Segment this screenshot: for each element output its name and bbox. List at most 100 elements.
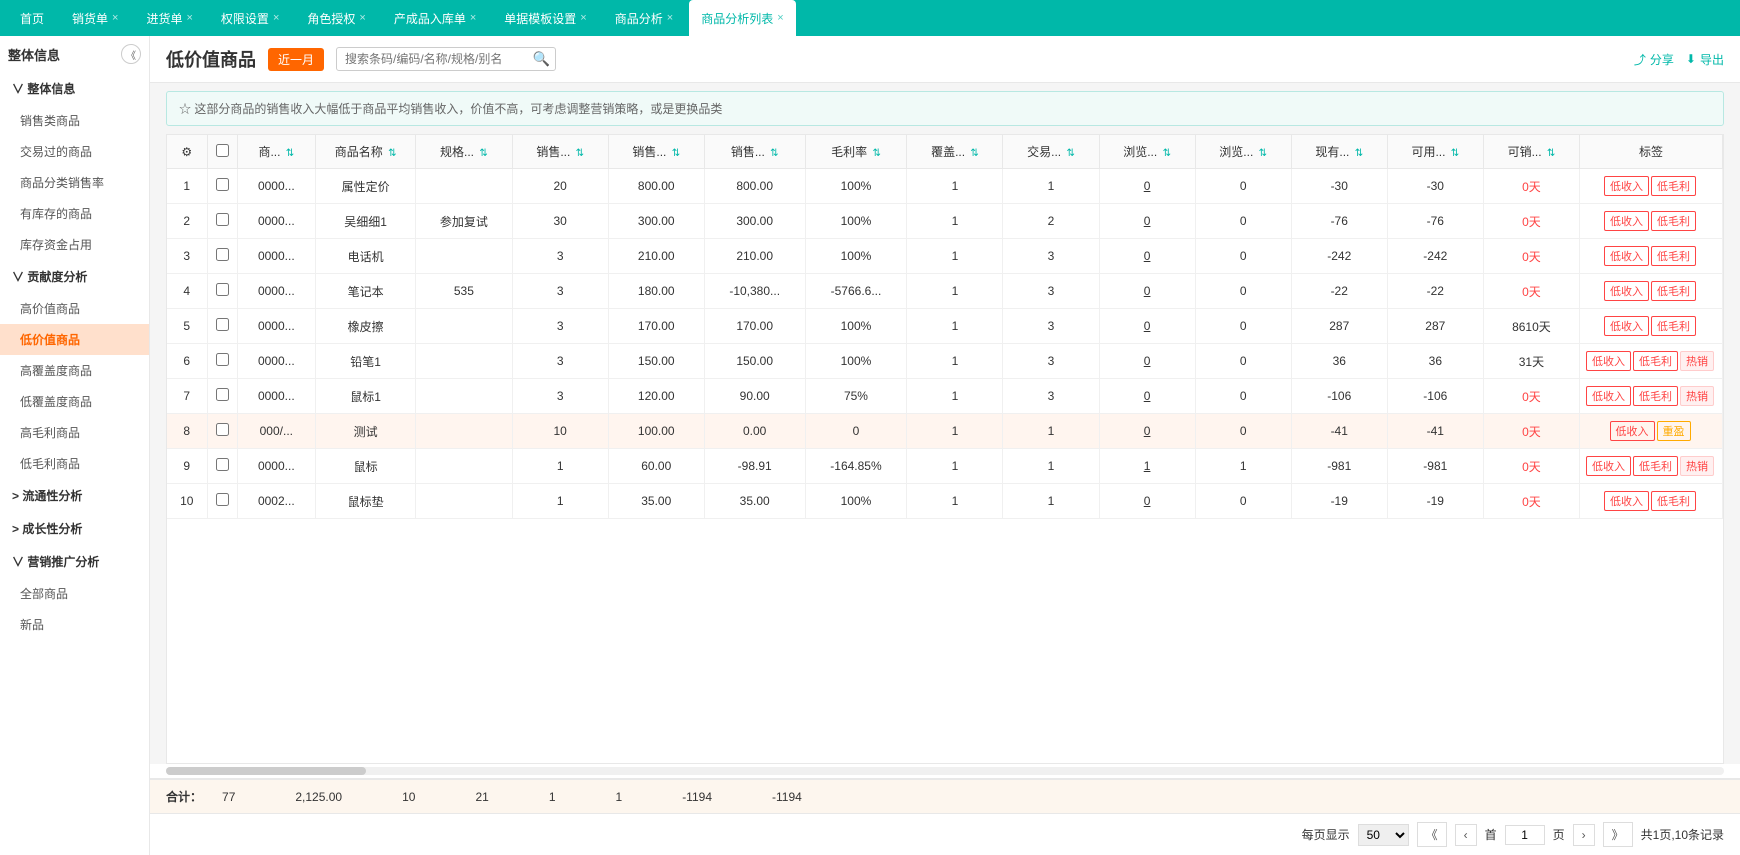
export-button[interactable]: ⬇ 导出 [1686,51,1724,68]
prev-page-button[interactable]: ‹ [1455,824,1477,846]
row-checkbox[interactable] [216,388,229,401]
sidebar-item-sales-goods[interactable]: 销售类商品 [0,105,149,136]
close-icon[interactable]: × [777,12,783,24]
share-button[interactable]: ⤴ 分享 [1634,51,1674,68]
col-gross-margin[interactable]: 毛利率 ⇅ [805,135,907,169]
nav-tab-purchase[interactable]: 进货单 × [134,0,204,36]
page-input[interactable] [1505,825,1545,845]
browse1-link[interactable]: 0 [1144,389,1151,403]
cell-checkbox[interactable] [207,309,237,344]
data-table-wrapper[interactable]: ⚙ 商... ⇅ 商品名称 ⇅ 规格... ⇅ 销售... ⇅ 销售... ⇅ … [166,134,1724,764]
row-checkbox[interactable] [216,318,229,331]
row-checkbox[interactable] [216,458,229,471]
sidebar-group-contribution[interactable]: ∨ 贡献度分析 [0,260,149,293]
cell-checkbox[interactable] [207,449,237,484]
sidebar-item-inventory-funds[interactable]: 库存资金占用 [0,229,149,260]
row-checkbox[interactable] [216,213,229,226]
row-checkbox[interactable] [216,493,229,506]
cell-checkbox[interactable] [207,379,237,414]
next-page-button[interactable]: › [1573,824,1595,846]
sidebar-item-high-value[interactable]: 高价值商品 [0,293,149,324]
browse1-link[interactable]: 0 [1144,424,1151,438]
sidebar-item-traded-goods[interactable]: 交易过的商品 [0,136,149,167]
cell-tags: 低收入低毛利热销 [1580,449,1723,484]
col-current[interactable]: 现有... ⇅ [1291,135,1387,169]
col-sales3[interactable]: 销售... ⇅ [704,135,805,169]
col-coverage[interactable]: 覆盖... ⇅ [907,135,1003,169]
col-settings[interactable]: ⚙ [167,135,207,169]
cell-checkbox[interactable] [207,344,237,379]
col-spec[interactable]: 规格... ⇅ [416,135,513,169]
nav-tab-permission[interactable]: 权限设置 × [209,0,291,36]
row-checkbox[interactable] [216,353,229,366]
nav-tab-storage[interactable]: 产成品入库单 × [382,0,488,36]
close-icon[interactable]: × [273,12,279,24]
nav-tab-home[interactable]: 首页 [8,0,56,36]
nav-tab-analysis-list[interactable]: 商品分析列表 × [689,0,795,36]
first-page-button[interactable]: 《 [1417,822,1447,847]
sidebar-group-flow[interactable]: > 流通性分析 [0,479,149,512]
horizontal-scrollbar[interactable] [150,764,1740,778]
cell-checkbox[interactable] [207,239,237,274]
per-page-select[interactable]: 50 100 200 [1358,824,1409,846]
browse1-link[interactable]: 0 [1144,494,1151,508]
close-icon[interactable]: × [580,12,586,24]
select-all-checkbox[interactable] [216,144,229,157]
browse1-link[interactable]: 0 [1144,354,1151,368]
cell-checkbox[interactable] [207,484,237,519]
cell-s1: 3 [512,274,608,309]
row-checkbox[interactable] [216,423,229,436]
browse1-link[interactable]: 0 [1144,249,1151,263]
close-icon[interactable]: × [359,12,365,24]
col-name[interactable]: 商品名称 ⇅ [316,135,416,169]
col-sales1[interactable]: 销售... ⇅ [512,135,608,169]
sidebar-item-all-goods[interactable]: 全部商品 [0,578,149,609]
sidebar-group-growth[interactable]: > 成长性分析 [0,512,149,545]
browse1-link[interactable]: 0 [1144,214,1151,228]
sidebar-item-low-value[interactable]: 低价值商品 [0,324,149,355]
browse1-link[interactable]: 0 [1144,284,1151,298]
sidebar-item-low-coverage[interactable]: 低覆盖度商品 [0,386,149,417]
col-code[interactable]: 商... ⇅ [237,135,316,169]
browse1-link[interactable]: 0 [1144,319,1151,333]
close-icon[interactable]: × [470,12,476,24]
col-available[interactable]: 可用... ⇅ [1387,135,1483,169]
col-trade[interactable]: 交易... ⇅ [1003,135,1099,169]
sidebar-item-high-coverage[interactable]: 高覆盖度商品 [0,355,149,386]
row-checkbox[interactable] [216,283,229,296]
filter-recent-month-button[interactable]: 近一月 [268,48,324,71]
cell-checkbox[interactable] [207,274,237,309]
scrollbar-thumb[interactable] [166,767,366,775]
col-select-all[interactable] [207,135,237,169]
sidebar-item-high-profit[interactable]: 高毛利商品 [0,417,149,448]
row-checkbox[interactable] [216,248,229,261]
close-icon[interactable]: × [186,12,192,24]
search-input[interactable] [336,47,556,71]
browse1-link[interactable]: 0 [1144,179,1151,193]
sidebar-item-inventory-goods[interactable]: 有库存的商品 [0,198,149,229]
close-icon[interactable]: × [112,12,118,24]
sidebar-collapse-button[interactable]: 《 [121,44,141,64]
nav-tab-role[interactable]: 角色授权 × [295,0,377,36]
sidebar-item-category-rate[interactable]: 商品分类销售率 [0,167,149,198]
col-sales2[interactable]: 销售... ⇅ [608,135,704,169]
col-browse2[interactable]: 浏览... ⇅ [1195,135,1291,169]
row-checkbox[interactable] [216,178,229,191]
last-page-button[interactable]: 》 [1603,822,1633,847]
sidebar-group-marketing[interactable]: ∨ 营销推广分析 [0,545,149,578]
col-browse1[interactable]: 浏览... ⇅ [1099,135,1195,169]
col-sellable[interactable]: 可销... ⇅ [1483,135,1579,169]
browse1-link[interactable]: 1 [1144,459,1151,473]
nav-tab-template[interactable]: 单据模板设置 × [492,0,598,36]
sidebar-group-overall[interactable]: ∨ 整体信息 [0,72,149,105]
sidebar-item-low-profit[interactable]: 低毛利商品 [0,448,149,479]
cell-checkbox[interactable] [207,414,237,449]
cell-checkbox[interactable] [207,204,237,239]
cell-current: -30 [1291,169,1387,204]
sidebar-item-new-goods[interactable]: 新品 [0,609,149,640]
cell-checkbox[interactable] [207,169,237,204]
search-icon[interactable]: 🔍 [533,51,550,68]
nav-tab-analysis[interactable]: 商品分析 × [603,0,685,36]
close-icon[interactable]: × [667,12,673,24]
nav-tab-sales[interactable]: 销货单 × [60,0,130,36]
